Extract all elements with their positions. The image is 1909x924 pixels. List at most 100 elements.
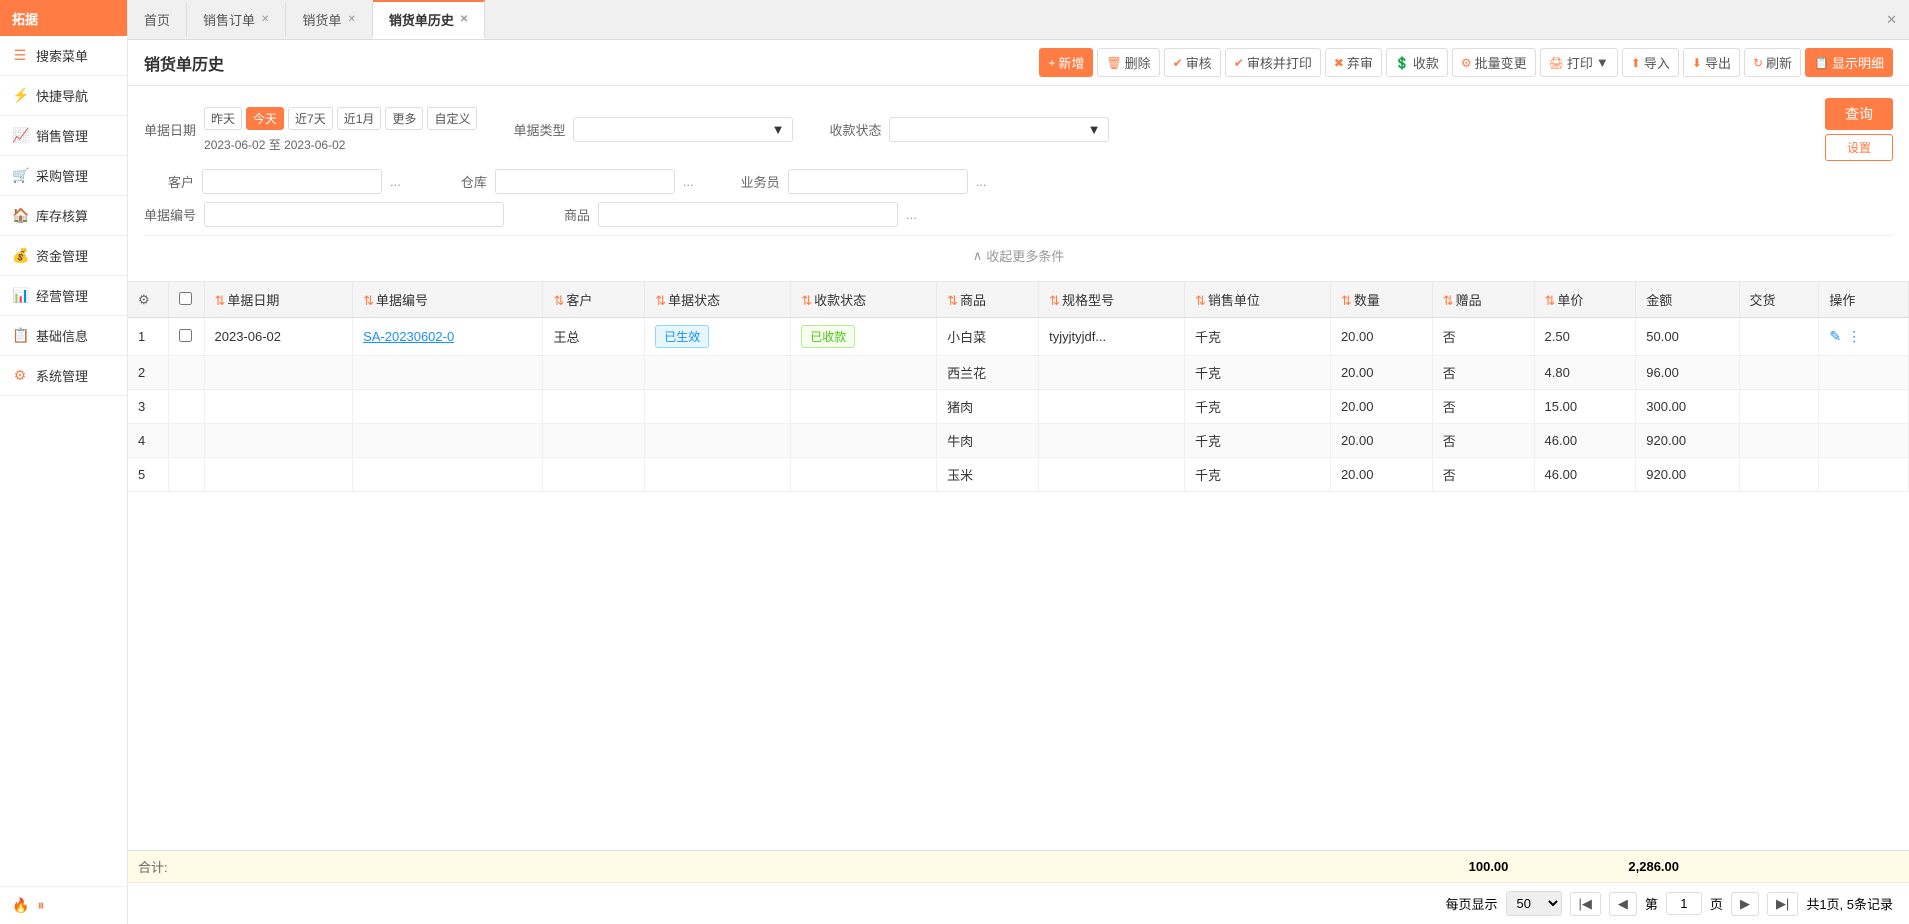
yesterday-btn[interactable]: 昨天 — [204, 107, 242, 130]
th-spec[interactable]: ⇅规格型号 — [1039, 282, 1185, 318]
th-qty[interactable]: ⇅数量 — [1330, 282, 1432, 318]
doc-type-select[interactable]: ▼ — [573, 117, 793, 142]
sidebar-item-base-info[interactable]: 📋 基础信息 — [0, 316, 127, 356]
th-doc-no[interactable]: ⇅单据编号 — [353, 282, 543, 318]
th-customer[interactable]: ⇅客户 — [543, 282, 645, 318]
sidebar-brand: 拓据 — [12, 9, 38, 28]
collapse-button[interactable]: ∧ 收起更多条件 — [969, 242, 1069, 269]
th-price[interactable]: ⇅单价 — [1534, 282, 1636, 318]
today-btn[interactable]: 今天 — [246, 107, 284, 130]
sidebar-item-sales-mgmt[interactable]: 📈 销售管理 — [0, 116, 127, 156]
main-content: 首页 销售订单 ✕ 销货单 ✕ 销货单历史 ✕ ✕ 销货单历史 + 新增 � — [128, 0, 1909, 924]
cell-checkbox[interactable] — [168, 356, 204, 390]
th-delivery: 交货 — [1739, 282, 1819, 318]
close-tab-sales-delivery-icon[interactable]: ✕ — [347, 14, 355, 25]
custom-date-btn[interactable]: 自定义 — [427, 107, 477, 130]
data-table: ⚙ ⇅单据日期 ⇅单据编号 ⇅客户 ⇅单据状态 ⇅收款状态 ⇅商品 ⇅规格型号 … — [128, 282, 1909, 492]
warehouse-input[interactable] — [495, 169, 675, 194]
sidebar-item-search-menu[interactable]: ☰ 搜索菜单 — [0, 36, 127, 76]
th-payment-status[interactable]: ⇅收款状态 — [791, 282, 937, 318]
cell-price: 2.50 — [1534, 318, 1636, 356]
first-page-button[interactable]: |◀ — [1570, 892, 1601, 916]
goods-input[interactable] — [598, 202, 898, 227]
th-doc-date[interactable]: ⇅单据日期 — [204, 282, 353, 318]
goods-filter: 商品 ... — [540, 202, 917, 227]
close-all-tabs-button[interactable]: ✕ — [1874, 4, 1909, 36]
close-tab-sales-history-icon[interactable]: ✕ — [460, 14, 468, 25]
tab-sales-delivery-label: 销货单 — [302, 10, 341, 29]
pause-icon[interactable]: ⏸ — [37, 897, 44, 914]
warehouse-more-icon[interactable]: ... — [683, 174, 694, 189]
sidebar-bottom: 🔥 ⏸ — [0, 886, 127, 924]
doc-no-input[interactable] — [204, 202, 504, 227]
sidebar-item-operations[interactable]: 📊 经营管理 — [0, 276, 127, 316]
tab-sales-history[interactable]: 销货单历史 ✕ — [373, 0, 485, 39]
export-button[interactable]: ⬇ 导出 — [1683, 48, 1740, 77]
more-icon[interactable]: ⋮ — [1847, 328, 1861, 345]
print-button[interactable]: 🖨 打印 ▼ — [1540, 48, 1618, 77]
select-all-checkbox[interactable] — [179, 292, 192, 305]
import-button[interactable]: ⬆ 导入 — [1622, 48, 1679, 77]
audit-button[interactable]: ✔ 审核 — [1164, 48, 1221, 77]
show-detail-icon: 📋 — [1814, 56, 1829, 70]
row-checkbox[interactable] — [179, 329, 192, 342]
filter-row-2: 客户 ... 仓库 ... 业务员 ... — [144, 169, 1893, 194]
tab-sales-order[interactable]: 销售订单 ✕ — [187, 2, 286, 37]
tab-home[interactable]: 首页 — [128, 2, 187, 37]
cell-checkbox[interactable] — [168, 318, 204, 356]
edit-icon[interactable]: ✎ — [1829, 328, 1841, 345]
next-page-button[interactable]: ▶ — [1731, 892, 1759, 916]
salesperson-input[interactable] — [788, 169, 968, 194]
delete-button[interactable]: 🗑 删除 — [1097, 48, 1159, 77]
th-unit[interactable]: ⇅销售单位 — [1185, 282, 1331, 318]
cell-doc-status: 已生效 — [645, 318, 791, 356]
show-detail-button[interactable]: 📋 显示明细 — [1805, 48, 1893, 77]
cell-checkbox[interactable] — [168, 390, 204, 424]
th-gift[interactable]: ⇅赠品 — [1432, 282, 1534, 318]
refresh-button[interactable]: ↻ 刷新 — [1744, 48, 1801, 77]
sidebar-item-finance[interactable]: 💰 资金管理 — [0, 236, 127, 276]
th-goods[interactable]: ⇅商品 — [937, 282, 1039, 318]
cell-checkbox[interactable] — [168, 424, 204, 458]
customer-input[interactable] — [202, 169, 382, 194]
payment-status-select[interactable]: ▼ — [889, 117, 1109, 142]
table-row: 5玉米千克20.00否46.00920.00 — [128, 458, 1909, 492]
sidebar-item-system-mgmt[interactable]: ⚙ 系统管理 — [0, 356, 127, 396]
last1month-btn[interactable]: 近1月 — [337, 107, 382, 130]
cell-customer — [543, 458, 645, 492]
salesperson-more-icon[interactable]: ... — [976, 174, 987, 189]
page-input[interactable]: 1 — [1666, 892, 1702, 915]
fire-icon[interactable]: 🔥 — [12, 897, 29, 914]
customer-more-icon[interactable]: ... — [390, 174, 401, 189]
audit-print-button[interactable]: ✔ 审核并打印 — [1225, 48, 1321, 77]
prev-page-button[interactable]: ◀ — [1609, 892, 1637, 916]
cell-doc-date — [204, 390, 353, 424]
settings-gear-icon[interactable]: ⚙ — [138, 292, 150, 307]
last-page-button[interactable]: ▶| — [1767, 892, 1798, 916]
cell-checkbox[interactable] — [168, 458, 204, 492]
th-settings[interactable]: ⚙ — [128, 282, 168, 318]
import-label: 导入 — [1644, 53, 1670, 72]
last7days-btn[interactable]: 近7天 — [288, 107, 333, 130]
sidebar-item-quick-nav[interactable]: ⚡ 快捷导航 — [0, 76, 127, 116]
per-page-select[interactable]: 50 100 200 — [1506, 891, 1562, 916]
cell-unit: 千克 — [1185, 318, 1331, 356]
sidebar-item-purchase-mgmt[interactable]: 🛒 采购管理 — [0, 156, 127, 196]
doc-no-link[interactable]: SA-20230602-0 — [363, 329, 454, 344]
more-date-btn[interactable]: 更多 — [385, 107, 423, 130]
refresh-label: 刷新 — [1766, 53, 1792, 72]
query-button[interactable]: 查询 — [1825, 98, 1893, 130]
sort-icon: ⇅ — [215, 293, 226, 308]
batch-change-button[interactable]: ⚙ 批量变更 — [1452, 48, 1536, 77]
abandon-button[interactable]: ✖ 弃审 — [1325, 48, 1382, 77]
sort-icon: ⇅ — [363, 293, 374, 308]
setting-button[interactable]: 设置 — [1825, 134, 1893, 161]
close-tab-sales-order-icon[interactable]: ✕ — [261, 14, 269, 25]
collect-button[interactable]: 💲 收款 — [1386, 48, 1448, 77]
sidebar-item-label: 快捷导航 — [36, 86, 88, 105]
new-button[interactable]: + 新增 — [1039, 48, 1093, 77]
tab-sales-delivery[interactable]: 销货单 ✕ — [286, 2, 372, 37]
goods-more-icon[interactable]: ... — [906, 207, 917, 222]
sidebar-item-inventory[interactable]: 🏠 库存核算 — [0, 196, 127, 236]
th-doc-status[interactable]: ⇅单据状态 — [645, 282, 791, 318]
